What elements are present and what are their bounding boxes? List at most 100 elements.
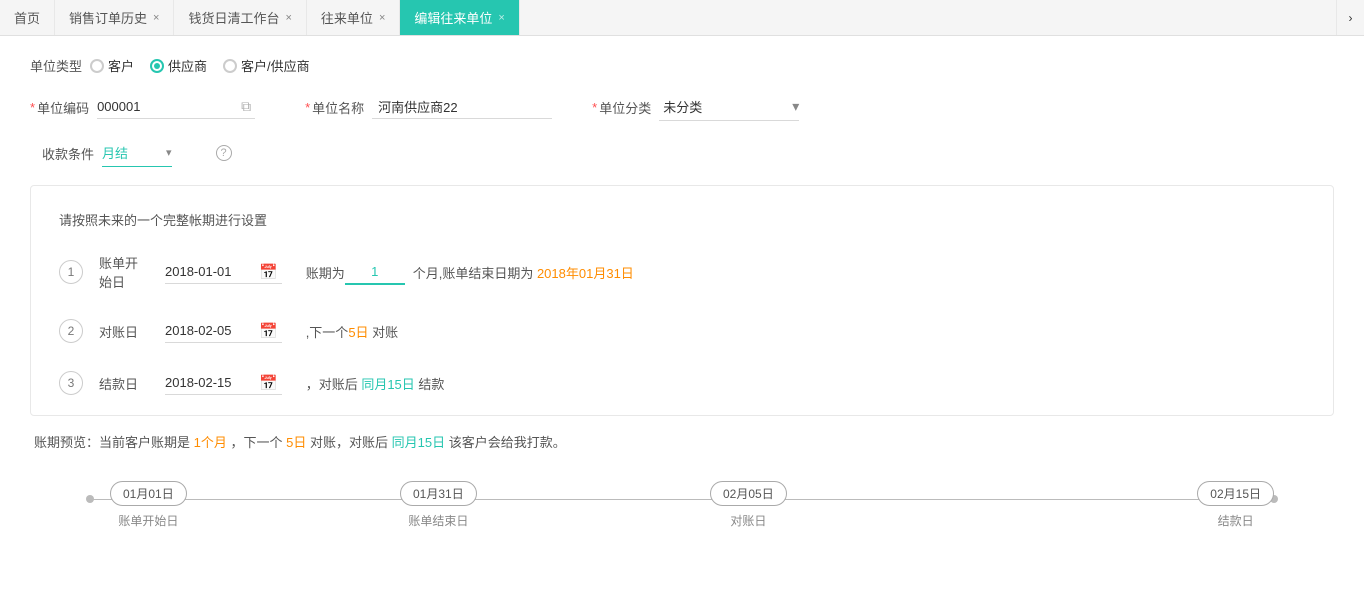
period-field-label-1: 账单开始日 [99,253,149,291]
timeline-node-pill-1: 01月01日 [110,481,187,506]
period-field-label-3: 结款日 [99,374,149,393]
tab-sales-history[interactable]: 销售订单历史 × [55,0,174,35]
radio-group-unit-type: 客户 供应商 客户/供应商 [90,56,310,75]
timeline-node-label-4: 结款日 [1218,512,1254,529]
preview-section: 账期预览：当前客户账期是 1个月 ，下一个 5日 对账，对账后 同月15日 该客… [30,432,1334,451]
preview-end: 该客户会给我打款。 [449,435,566,450]
period-field-label-2: 对账日 [99,322,149,341]
unit-code-input-group: ⧉ [97,95,255,119]
radio-supplier[interactable]: 供应商 [150,56,207,75]
period-row-2: 2 对账日 📅 ,下一个5日 对账 [59,319,1305,343]
payment-terms-value: 月结 [102,139,162,166]
timeline-node-pill-4: 02月15日 [1197,481,1274,506]
tab-cash-work-label: 钱货日清工作台 [188,8,279,27]
timeline-node-label-1: 账单开始日 [118,512,178,529]
tab-sales-history-label: 销售订单历史 [69,8,147,27]
unit-code-star: * [30,100,35,115]
period-num-1: 1 [59,260,83,284]
radio-both-label: 客户/供应商 [241,56,310,75]
period-instruction: 请按照未来的一个完整帐期进行设置 [59,210,1305,229]
period-highlight-2: 5日 [348,325,368,340]
tab-home[interactable]: 首页 [0,0,55,35]
period-desc-3: ，对账后 同月15日 结款 [306,374,445,393]
unit-info-row: * 单位编码 ⧉ * 单位名称 * 单位分类 未分类 ▾ [30,93,1334,121]
period-date-value-1[interactable] [165,260,255,283]
period-num-3: 3 [59,371,83,395]
payment-terms-arrow-icon[interactable]: ▾ [166,146,172,159]
payment-terms-row: 收款条件 月结 ▾ ? [30,139,1334,167]
calendar-icon-1[interactable]: 📅 [255,263,282,281]
preview-part3: 同月15日 [392,435,445,450]
unit-classify-label: 单位分类 [599,98,651,117]
calendar-icon-3[interactable]: 📅 [255,374,282,392]
radio-customer-circle [90,59,104,73]
period-desc-2: ,下一个5日 对账 [306,322,398,341]
timeline-dot-left [86,495,94,503]
timeline-wrapper: 01月01日 账单开始日 01月31日 账单结束日 02月05日 对账日 02月… [30,481,1334,541]
period-num-2: 2 [59,319,83,343]
unit-classify-value: 未分类 [659,93,788,120]
arrow-right-icon: › [1349,11,1353,25]
tab-partner-unit-label: 往来单位 [321,8,373,27]
period-desc-after-1: 个月,账单结束日期为 2018年01月31日 [413,263,634,282]
timeline-line [90,499,1274,500]
period-months-input[interactable] [345,260,405,285]
period-highlight-3: 同月15日 [361,377,414,392]
tab-partner-unit-close[interactable]: × [379,12,385,24]
unit-name-label: 单位名称 [312,98,364,117]
timeline-node-label-3: 对账日 [730,512,766,529]
timeline-node-4: 02月15日 结款日 [1197,481,1274,529]
tab-edit-partner-close[interactable]: × [498,12,504,24]
period-box: 请按照未来的一个完整帐期进行设置 1 账单开始日 📅 账期为 个月,账单结束日期… [30,185,1334,416]
period-date-value-2[interactable] [165,319,255,342]
unit-type-row: 单位类型 客户 供应商 客户/供应商 [30,56,1334,75]
preview-part2: 5日 [286,435,306,450]
period-date-value-3[interactable] [165,371,255,394]
tab-sales-history-close[interactable]: × [153,12,159,24]
preview-part1: 1个月 [194,435,227,450]
timeline-node-pill-2: 01月31日 [400,481,477,506]
unit-name-star: * [305,100,310,115]
main-content: 单位类型 客户 供应商 客户/供应商 * 单位编码 ⧉ * 单位名称 [0,36,1364,608]
period-date-input-3: 📅 [165,371,282,395]
tab-cash-work[interactable]: 钱货日清工作台 × [174,0,306,35]
unit-name-input[interactable] [372,95,552,119]
period-desc-before-1: 账期为 [306,263,345,282]
copy-icon[interactable]: ⧉ [237,98,255,115]
classify-arrow-icon[interactable]: ▾ [792,98,799,115]
radio-supplier-circle [150,59,164,73]
tab-bar-expander [520,0,1336,35]
timeline-node-2: 01月31日 账单结束日 [400,481,477,529]
period-row-1: 1 账单开始日 📅 账期为 个月,账单结束日期为 2018年01月31日 [59,253,1305,291]
timeline-node-3: 02月05日 对账日 [710,481,787,529]
tab-bar-arrow[interactable]: › [1336,0,1364,35]
radio-both[interactable]: 客户/供应商 [223,56,310,75]
unit-classify-star: * [592,100,597,115]
unit-code-label: 单位编码 [37,98,89,117]
radio-supplier-label: 供应商 [168,56,207,75]
payment-terms-select[interactable]: 月结 ▾ [102,139,172,167]
tab-home-label: 首页 [14,8,40,27]
timeline-section: 01月01日 账单开始日 01月31日 账单结束日 02月05日 对账日 02月… [30,471,1334,545]
preview-mid2: 对账，对账后 [310,435,388,450]
payment-terms-label: 收款条件 [42,144,94,163]
radio-both-circle [223,59,237,73]
radio-customer-label: 客户 [108,56,134,75]
period-highlight-date-1: 2018年01月31日 [537,266,634,281]
tab-partner-unit[interactable]: 往来单位 × [307,0,400,35]
tab-edit-partner[interactable]: 编辑往来单位 × [400,0,519,35]
timeline-node-label-2: 账单结束日 [408,512,468,529]
unit-code-input[interactable] [97,95,237,118]
unit-classify-group[interactable]: 未分类 ▾ [659,93,799,121]
calendar-icon-2[interactable]: 📅 [255,322,282,340]
payment-terms-help-icon[interactable]: ? [216,145,232,161]
period-date-input-2: 📅 [165,319,282,343]
timeline-node-pill-3: 02月05日 [710,481,787,506]
tab-cash-work-close[interactable]: × [285,12,291,24]
tab-bar: 首页 销售订单历史 × 钱货日清工作台 × 往来单位 × 编辑往来单位 × › [0,0,1364,36]
period-row-3: 3 结款日 📅 ，对账后 同月15日 结款 [59,371,1305,395]
radio-customer[interactable]: 客户 [90,56,134,75]
preview-mid1: ，下一个 [231,435,283,450]
period-date-input-1: 📅 [165,260,282,284]
unit-type-label: 单位类型 [30,56,82,75]
